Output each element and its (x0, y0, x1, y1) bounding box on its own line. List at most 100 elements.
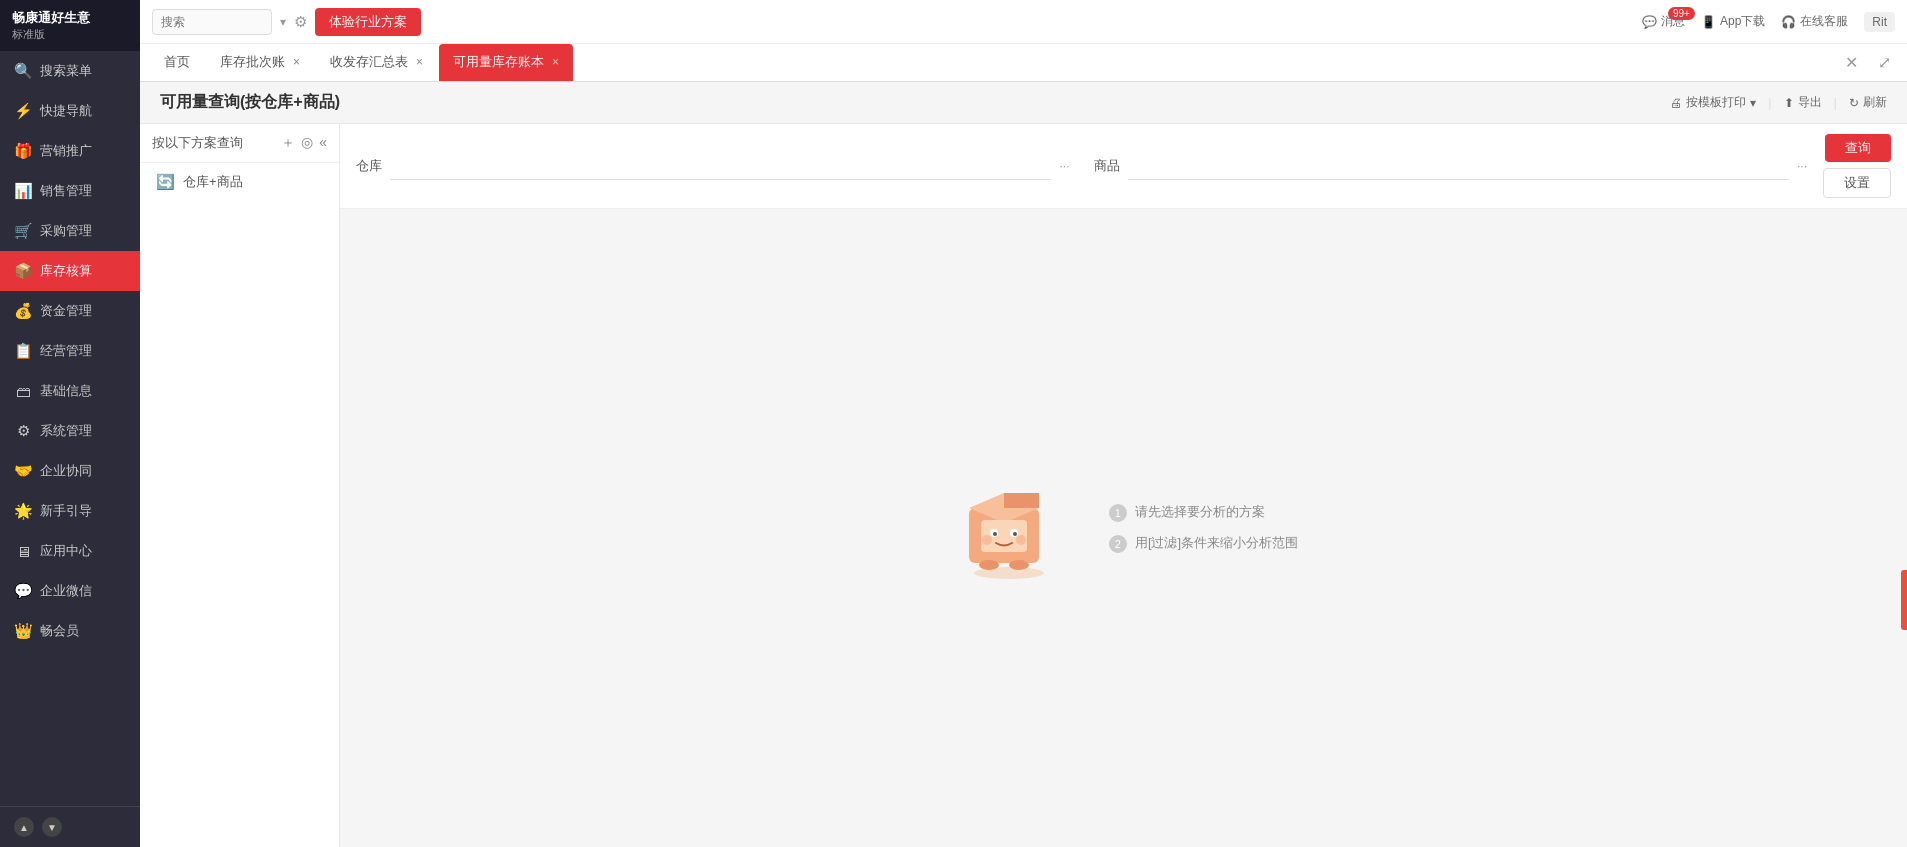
empty-step-2: 2 用[过滤]条件来缩小分析范围 (1109, 534, 1298, 553)
step1-num: 1 (1109, 504, 1127, 522)
tabs-end: ✕ ⤢ (1839, 51, 1897, 74)
topbar-gear-icon[interactable]: ⚙ (294, 13, 307, 31)
svg-point-8 (1013, 532, 1017, 536)
sidebar-item-base[interactable]: 🗃 基础信息 (0, 371, 140, 411)
trial-btn[interactable]: 体验行业方案 (315, 8, 421, 36)
sidebar-item-sales[interactable]: 📊 销售管理 (0, 171, 140, 211)
sidebar-item-cooperation[interactable]: 🤝 企业协同 (0, 451, 140, 491)
tab-close-available[interactable]: × (552, 55, 559, 69)
topbar-msg[interactable]: 💬 消息 99+ (1642, 13, 1685, 30)
query-results-area: 仓库 ··· 商品 ··· 查询 设置 (340, 124, 1907, 847)
export-label: 导出 (1798, 94, 1822, 111)
step1-text: 请先选择要分析的方案 (1135, 503, 1265, 521)
step2-num: 2 (1109, 535, 1127, 553)
msg-badge: 99+ (1668, 7, 1695, 20)
right-edge-indicator (1901, 570, 1907, 630)
page-title: 可用量查询(按仓库+商品) (160, 92, 340, 113)
query-actions: 查询 设置 (1823, 134, 1891, 198)
topbar-chevron-icon[interactable]: ▾ (280, 15, 286, 29)
sidebar-label-finance: 资金管理 (40, 302, 92, 320)
app-name: 畅康通好生意 (12, 10, 128, 27)
print-btn[interactable]: 🖨 按模板打印 ▾ (1670, 94, 1756, 111)
filter-panel: 按以下方案查询 ＋ ◎ « 🔄 仓库+商品 (140, 124, 340, 847)
sidebar-icon-appcenter: 🖥 (14, 542, 32, 560)
topbar-search-input[interactable] (152, 9, 272, 35)
topbar-service[interactable]: 🎧 在线客服 (1781, 13, 1848, 30)
scroll-up-btn[interactable]: ▲ (14, 817, 34, 837)
empty-step-1: 1 请先选择要分析的方案 (1109, 503, 1298, 522)
filter-collapse-icon[interactable]: « (319, 134, 327, 152)
tab-close-batch[interactable]: × (293, 55, 300, 69)
sidebar-item-quicknav[interactable]: ⚡ 快捷导航 (0, 91, 140, 131)
warehouse-input[interactable] (390, 152, 1051, 180)
sidebar-header: 畅康通好生意 标准版 (0, 0, 140, 51)
sidebar-footer: ▲ ▼ (0, 806, 140, 847)
sidebar-item-newbie[interactable]: 🌟 新手引导 (0, 491, 140, 531)
export-icon: ⬆ (1784, 96, 1794, 110)
sidebar-icon-finance: 💰 (14, 302, 32, 320)
tab-home[interactable]: 首页 (150, 44, 204, 81)
sidebar-icon-quicknav: ⚡ (14, 102, 32, 120)
sidebar-item-member[interactable]: 👑 畅会员 (0, 611, 140, 651)
filter-header-label: 按以下方案查询 (152, 134, 243, 152)
export-btn[interactable]: ⬆ 导出 (1784, 94, 1822, 111)
refresh-label: 刷新 (1863, 94, 1887, 111)
app-sub: 标准版 (12, 27, 128, 41)
sidebar-label-inventory: 库存核算 (40, 262, 92, 280)
sidebar-icon-sales: 📊 (14, 182, 32, 200)
tab-label-batch: 库存批次账 (220, 53, 285, 71)
scroll-down-btn[interactable]: ▼ (42, 817, 62, 837)
refresh-btn[interactable]: ↻ 刷新 (1849, 94, 1887, 111)
topbar: ▾ ⚙ 体验行业方案 💬 消息 99+ 📱 App下载 🎧 在线客服 Rit (140, 0, 1907, 44)
query-btn[interactable]: 查询 (1825, 134, 1891, 162)
sidebar-label-business: 经营管理 (40, 342, 92, 360)
tab-batch[interactable]: 库存批次账 × (206, 44, 314, 81)
topbar-app[interactable]: 📱 App下载 (1701, 13, 1765, 30)
sidebar-item-business[interactable]: 📋 经营管理 (0, 331, 140, 371)
expand-btn[interactable]: ⤢ (1872, 51, 1897, 74)
tabs-bar: 首页库存批次账×收发存汇总表×可用量库存账本× ✕ ⤢ (140, 44, 1907, 82)
sidebar-item-purchase[interactable]: 🛒 采购管理 (0, 211, 140, 251)
svg-point-9 (982, 535, 992, 545)
sidebar-icon-system: ⚙ (14, 422, 32, 440)
app-icon: 📱 (1701, 15, 1716, 29)
sidebar-label-base: 基础信息 (40, 382, 92, 400)
tab-available[interactable]: 可用量库存账本× (439, 44, 573, 81)
filter-add-icon[interactable]: ＋ (281, 134, 295, 152)
sidebar-item-inventory[interactable]: 📦 库存核算 (0, 251, 140, 291)
sidebar-item-search[interactable]: 🔍 搜索菜单 (0, 51, 140, 91)
sidebar-icon-cooperation: 🤝 (14, 462, 32, 480)
sidebar-item-system[interactable]: ⚙ 系统管理 (0, 411, 140, 451)
print-chevron-icon: ▾ (1750, 96, 1756, 110)
svg-point-12 (1009, 560, 1029, 570)
sidebar-icon-marketing: 🎁 (14, 142, 32, 160)
print-label: 按模板打印 (1686, 94, 1746, 111)
sidebar-icon-business: 📋 (14, 342, 32, 360)
header-actions: 🖨 按模板打印 ▾ | ⬆ 导出 | ↻ 刷新 (1670, 94, 1887, 111)
filter-settings-icon[interactable]: ◎ (301, 134, 313, 152)
sidebar-label-purchase: 采购管理 (40, 222, 92, 240)
topbar-user[interactable]: Rit (1864, 12, 1895, 32)
sidebar-item-finance[interactable]: 💰 资金管理 (0, 291, 140, 331)
print-icon: 🖨 (1670, 96, 1682, 110)
sidebar-item-appcenter[interactable]: 🖥 应用中心 (0, 531, 140, 571)
close-all-btn[interactable]: ✕ (1839, 51, 1864, 74)
sidebar-icon-base: 🗃 (14, 382, 32, 400)
sidebar-item-marketing[interactable]: 🎁 营销推广 (0, 131, 140, 171)
tab-label-home: 首页 (164, 53, 190, 71)
sidebar-label-newbie: 新手引导 (40, 502, 92, 520)
query-row: 仓库 ··· 商品 ··· 查询 设置 (340, 124, 1907, 209)
tab-close-summary[interactable]: × (416, 55, 423, 69)
filter-header-icons: ＋ ◎ « (281, 134, 327, 152)
warehouse-more-icon[interactable]: ··· (1059, 159, 1069, 173)
goods-input[interactable] (1128, 152, 1789, 180)
empty-illustration (949, 468, 1069, 588)
tab-label-summary: 收发存汇总表 (330, 53, 408, 71)
sidebar-item-wxwork[interactable]: 💬 企业微信 (0, 571, 140, 611)
goods-more-icon[interactable]: ··· (1797, 159, 1807, 173)
msg-icon: 💬 (1642, 15, 1657, 29)
tab-summary[interactable]: 收发存汇总表 × (316, 44, 437, 81)
settings-btn[interactable]: 设置 (1823, 168, 1891, 198)
filter-item-warehouse-goods[interactable]: 🔄 仓库+商品 (140, 163, 339, 201)
content-body: 按以下方案查询 ＋ ◎ « 🔄 仓库+商品 仓库 ··· (140, 124, 1907, 847)
